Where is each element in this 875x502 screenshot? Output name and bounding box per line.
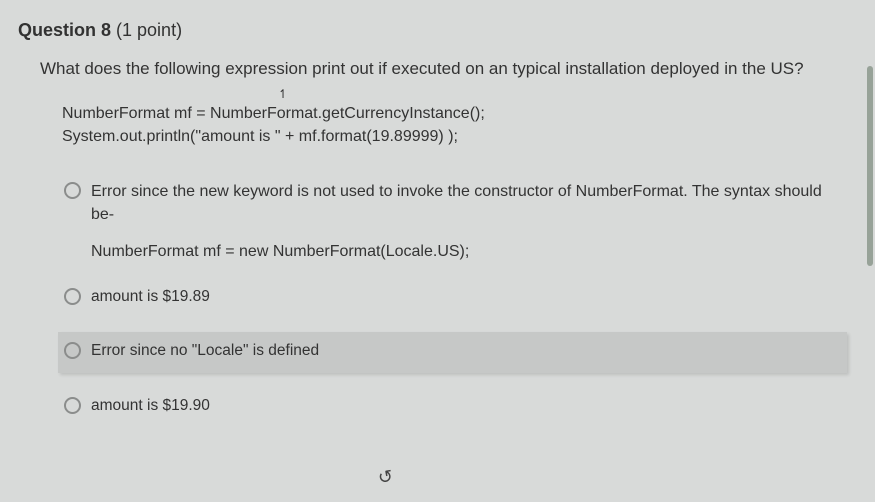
option-d[interactable]: amount is $19.90	[58, 387, 847, 427]
question-header: Question 8 (1 point)	[18, 20, 847, 41]
radio-icon[interactable]	[64, 342, 81, 359]
option-a[interactable]: Error since the new keyword is not used …	[58, 172, 847, 274]
question-points: (1 point)	[116, 20, 182, 40]
radio-icon[interactable]	[64, 397, 81, 414]
code-block: ↿ NumberFormat mf = NumberFormat.getCurr…	[62, 102, 847, 148]
option-text-line2: NumberFormat mf = new NumberFormat(Local…	[91, 240, 841, 263]
radio-icon[interactable]	[64, 182, 81, 199]
option-text: amount is $19.90	[91, 395, 210, 417]
caret-mark: ↿	[278, 86, 288, 103]
options-list: Error since the new keyword is not used …	[58, 172, 847, 427]
code-line: System.out.println("amount is " + mf.for…	[62, 125, 847, 148]
option-c[interactable]: Error since no "Locale" is defined	[58, 332, 847, 372]
question-stem: What does the following expression print…	[40, 57, 847, 82]
option-text: Error since no "Locale" is defined	[91, 340, 319, 362]
option-text: amount is $19.89	[91, 286, 210, 308]
option-b[interactable]: amount is $19.89	[58, 278, 847, 318]
scrollbar[interactable]	[867, 66, 873, 266]
cursor-icon: ↺	[376, 466, 395, 489]
radio-icon[interactable]	[64, 288, 81, 305]
option-text: Error since the new keyword is not used …	[91, 180, 841, 264]
option-text-line1: Error since the new keyword is not used …	[91, 183, 822, 223]
question-number: Question 8	[18, 20, 111, 40]
code-line: NumberFormat mf = NumberFormat.getCurren…	[62, 102, 847, 125]
